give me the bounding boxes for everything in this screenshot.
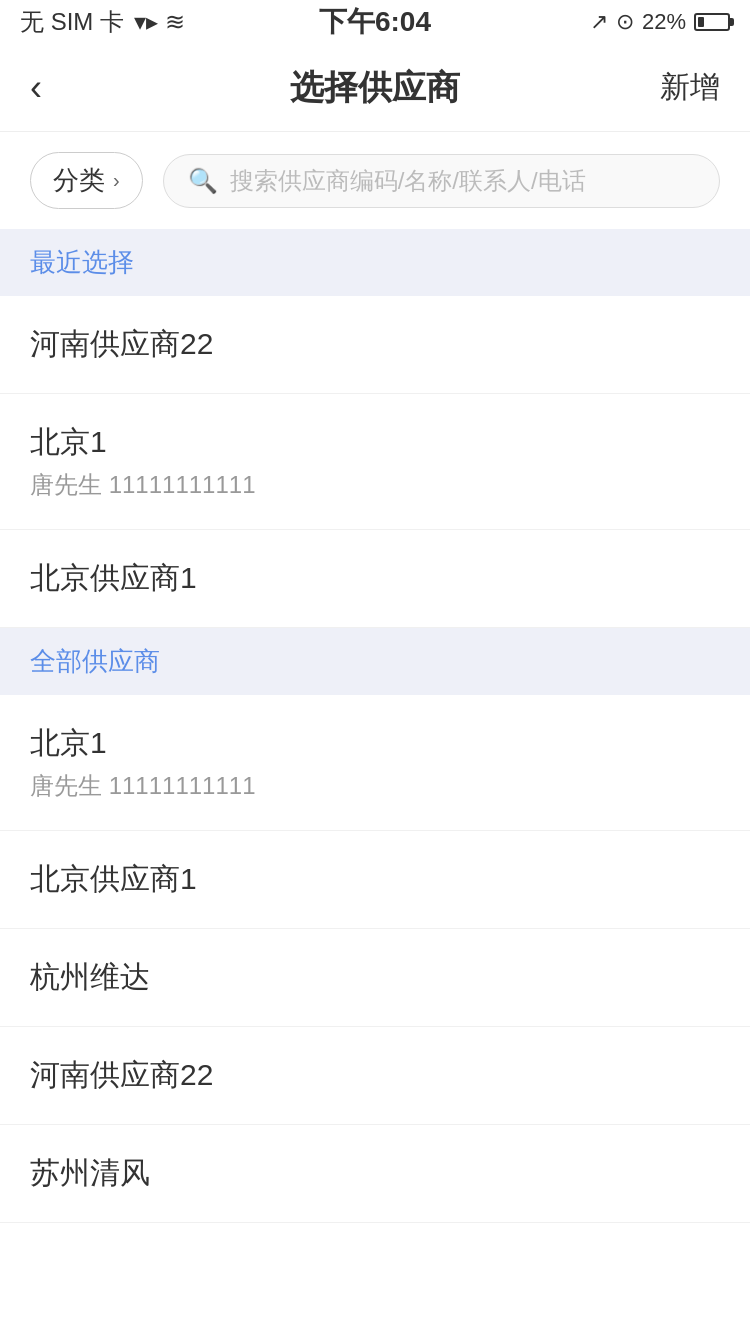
battery-text: 22%: [642, 9, 686, 35]
all-list: 北京1 唐先生 11111111111 北京供应商1 杭州维达河南供应商22 苏州清风: [0, 695, 750, 1223]
add-button[interactable]: 新增: [660, 67, 720, 108]
nav-bar: ‹ 选择供应商 新增: [0, 44, 750, 132]
all-section-label: 全部供应商: [30, 646, 160, 676]
recent-list: 河南供应商22 北京1 唐先生 11111111111 北京供应商1: [0, 296, 750, 628]
list-item[interactable]: 北京1 唐先生 11111111111: [0, 394, 750, 530]
page-title: 选择供应商: [290, 65, 460, 111]
item-name: 北京1: [30, 422, 720, 463]
item-name: 苏州清风: [30, 1153, 720, 1194]
status-left: 无 SIM 卡 ▾▸ ≋: [20, 6, 185, 38]
filter-bar: 分类 › 🔍 搜索供应商编码/名称/联系人/电话: [0, 132, 750, 229]
item-name: 杭州维达: [30, 957, 720, 998]
list-item[interactable]: 北京供应商1: [0, 530, 750, 628]
chevron-right-icon: ›: [113, 169, 120, 192]
item-name: 北京供应商1: [30, 859, 720, 900]
list-item[interactable]: 北京供应商1: [0, 831, 750, 929]
carrier-text: 无 SIM 卡: [20, 6, 124, 38]
search-placeholder: 搜索供应商编码/名称/联系人/电话: [230, 165, 586, 197]
recent-section-label: 最近选择: [30, 247, 134, 277]
item-sub: 唐先生 11111111111: [30, 469, 720, 501]
status-right: ↗ ⊙ 22%: [590, 9, 730, 35]
alarm-icon: ⊙: [616, 9, 634, 35]
all-section-header: 全部供应商: [0, 628, 750, 695]
list-item[interactable]: 河南供应商22: [0, 1027, 750, 1125]
list-item[interactable]: 北京1 唐先生 11111111111: [0, 695, 750, 831]
battery-icon: [694, 13, 730, 31]
list-item[interactable]: 河南供应商22: [0, 296, 750, 394]
item-name: 河南供应商22: [30, 1055, 720, 1096]
search-icon: 🔍: [188, 167, 218, 195]
back-button[interactable]: ‹: [30, 67, 90, 109]
status-bar: 无 SIM 卡 ▾▸ ≋ 下午6:04 ↗ ⊙ 22%: [0, 0, 750, 44]
item-name: 河南供应商22: [30, 324, 720, 365]
category-filter-button[interactable]: 分类 ›: [30, 152, 143, 209]
list-item[interactable]: 杭州维达: [0, 929, 750, 1027]
item-name: 北京供应商1: [30, 558, 720, 599]
category-label: 分类: [53, 163, 105, 198]
location-icon: ↗: [590, 9, 608, 35]
status-time: 下午6:04: [319, 3, 431, 41]
item-name: 北京1: [30, 723, 720, 764]
list-item[interactable]: 苏州清风: [0, 1125, 750, 1223]
search-box[interactable]: 🔍 搜索供应商编码/名称/联系人/电话: [163, 154, 720, 208]
recent-section-header: 最近选择: [0, 229, 750, 296]
wifi-icon: ▾▸ ≋: [134, 8, 185, 36]
item-sub: 唐先生 11111111111: [30, 770, 720, 802]
